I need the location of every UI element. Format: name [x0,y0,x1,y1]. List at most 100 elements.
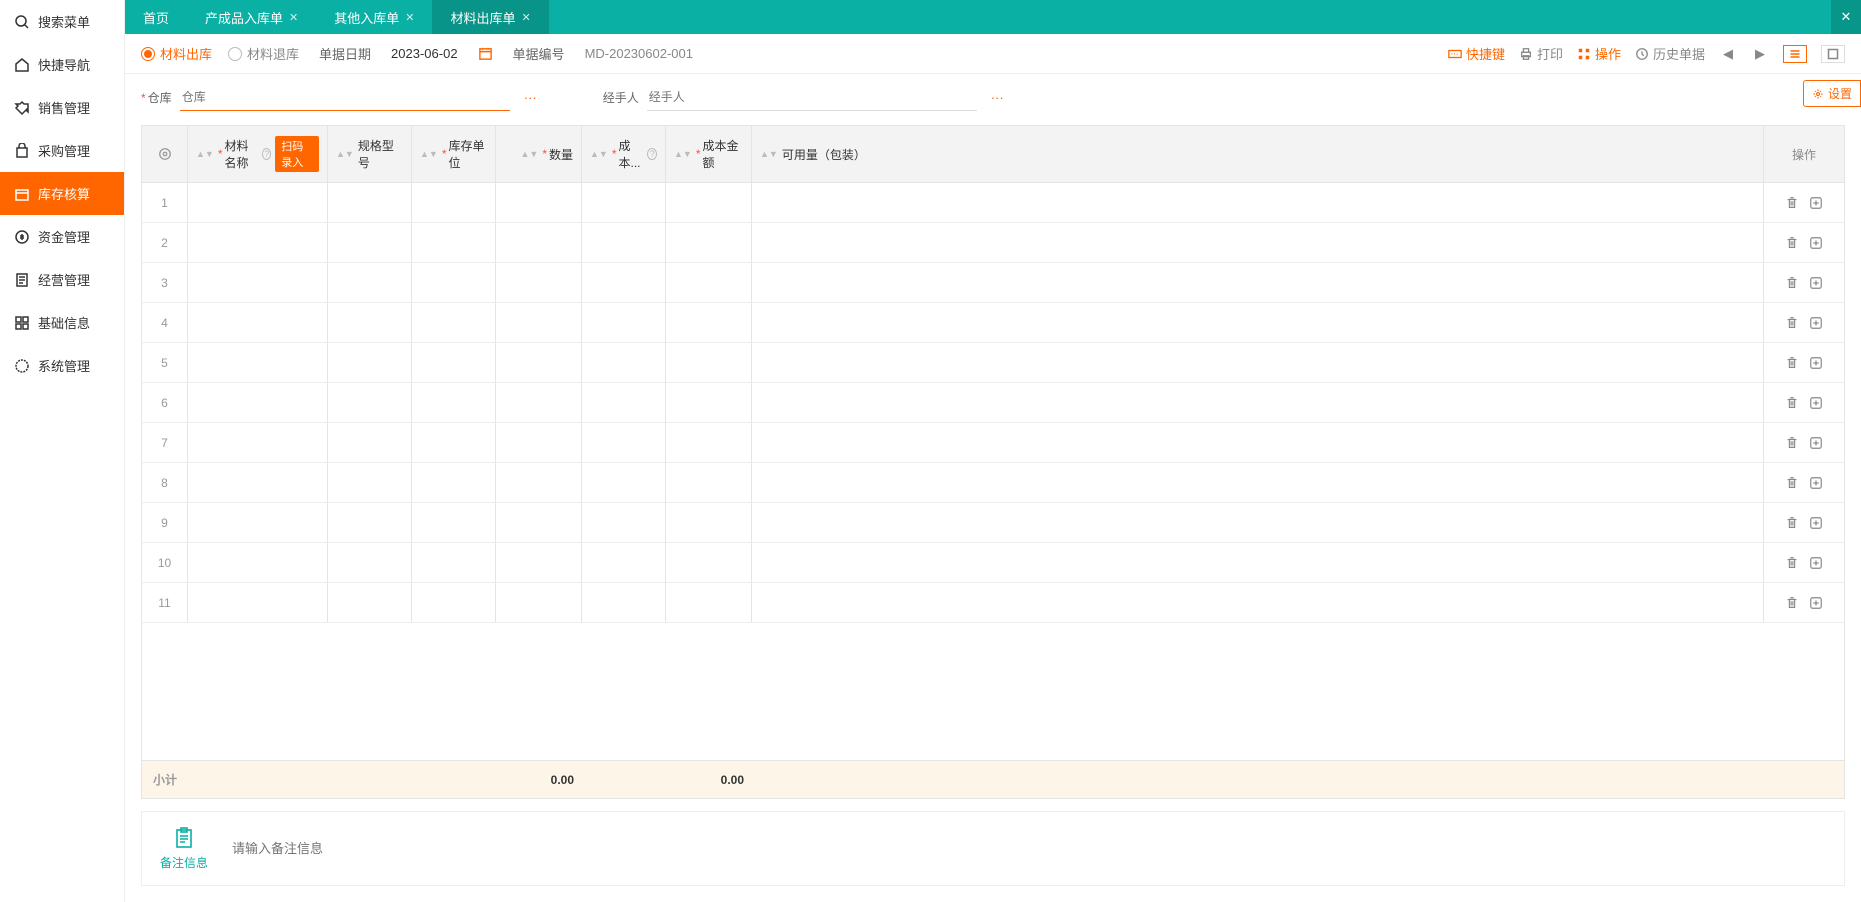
cell-qty[interactable] [496,583,582,622]
more-icon[interactable]: ··· [985,90,1010,105]
cell-qty[interactable] [496,303,582,342]
close-icon[interactable]: ✕ [289,11,298,24]
table-row[interactable]: 1 [142,183,1844,223]
cell-available[interactable] [752,503,1764,542]
close-icon[interactable]: ✕ [522,11,531,24]
cell-qty[interactable] [496,383,582,422]
sidebar-item-basicinfo[interactable]: 基础信息 [0,301,124,344]
sidebar-item-search[interactable]: 搜索菜单 [0,0,124,43]
table-row[interactable]: 2 [142,223,1844,263]
cell-spec[interactable] [328,183,412,222]
table-row[interactable]: 7 [142,423,1844,463]
next-arrow-icon[interactable]: ▶ [1751,46,1769,62]
card-view-toggle[interactable] [1821,45,1845,63]
cell-amount[interactable] [666,183,752,222]
add-icon[interactable] [1809,236,1823,250]
sidebar-item-inventory[interactable]: 库存核算 [0,172,124,215]
add-icon[interactable] [1809,556,1823,570]
print-button[interactable]: 打印 [1519,44,1563,63]
radio-material-return[interactable]: 材料退库 [228,44,299,63]
date-value[interactable]: 2023-06-02 [391,46,458,61]
cell-available[interactable] [752,263,1764,302]
cell-cost[interactable] [582,543,666,582]
sidebar-item-sales[interactable]: 销售管理 [0,86,124,129]
cell-name[interactable] [188,583,328,622]
settings-button[interactable]: 设置 [1803,80,1861,107]
cell-cost[interactable] [582,463,666,502]
cell-unit[interactable] [412,583,496,622]
cell-unit[interactable] [412,223,496,262]
remarks-input[interactable] [232,841,1826,856]
cell-amount[interactable] [666,543,752,582]
cell-spec[interactable] [328,423,412,462]
cell-cost[interactable] [582,303,666,342]
tab-home[interactable]: 首页 [125,0,187,34]
cell-cost[interactable] [582,583,666,622]
delete-icon[interactable] [1785,476,1799,490]
table-row[interactable]: 4 [142,303,1844,343]
delete-icon[interactable] [1785,356,1799,370]
delete-icon[interactable] [1785,436,1799,450]
delete-icon[interactable] [1785,316,1799,330]
cell-unit[interactable] [412,343,496,382]
operate-button[interactable]: 操作 [1577,44,1621,63]
table-row[interactable]: 8 [142,463,1844,503]
prev-arrow-icon[interactable]: ◀ [1719,46,1737,62]
delete-icon[interactable] [1785,516,1799,530]
cell-name[interactable] [188,343,328,382]
cell-amount[interactable] [666,223,752,262]
table-row[interactable]: 5 [142,343,1844,383]
cell-amount[interactable] [666,263,752,302]
cell-cost[interactable] [582,423,666,462]
cell-amount[interactable] [666,303,752,342]
cell-name[interactable] [188,503,328,542]
cell-spec[interactable] [328,343,412,382]
radio-material-out[interactable]: 材料出库 [141,44,212,63]
add-icon[interactable] [1809,396,1823,410]
cell-available[interactable] [752,423,1764,462]
delete-icon[interactable] [1785,396,1799,410]
sidebar-item-operations[interactable]: 经营管理 [0,258,124,301]
cell-unit[interactable] [412,303,496,342]
add-icon[interactable] [1809,276,1823,290]
sidebar-item-system[interactable]: 系统管理 [0,344,124,387]
table-row[interactable]: 3 [142,263,1844,303]
cell-qty[interactable] [496,423,582,462]
help-icon[interactable]: ? [262,148,271,160]
cell-amount[interactable] [666,583,752,622]
cell-qty[interactable] [496,223,582,262]
cell-spec[interactable] [328,383,412,422]
cell-spec[interactable] [328,303,412,342]
cell-unit[interactable] [412,543,496,582]
cell-qty[interactable] [496,503,582,542]
cell-name[interactable] [188,543,328,582]
table-row[interactable]: 11 [142,583,1844,623]
add-icon[interactable] [1809,596,1823,610]
col-amount[interactable]: ▲▼*成本金额 [666,126,752,182]
table-row[interactable]: 10 [142,543,1844,583]
cell-unit[interactable] [412,183,496,222]
history-button[interactable]: 历史单据 [1635,44,1705,63]
cell-amount[interactable] [666,463,752,502]
cell-unit[interactable] [412,463,496,502]
cell-spec[interactable] [328,583,412,622]
cell-amount[interactable] [666,343,752,382]
cell-spec[interactable] [328,263,412,302]
warehouse-input[interactable] [180,84,510,111]
handler-input[interactable] [647,84,977,111]
col-available[interactable]: ▲▼可用量（包装） [752,126,1764,182]
close-all-icon[interactable]: ✕ [1831,0,1861,34]
cell-unit[interactable] [412,383,496,422]
cell-available[interactable] [752,223,1764,262]
cell-spec[interactable] [328,223,412,262]
add-icon[interactable] [1809,516,1823,530]
table-row[interactable]: 9 [142,503,1844,543]
add-icon[interactable] [1809,356,1823,370]
cell-available[interactable] [752,303,1764,342]
calendar-icon[interactable] [478,46,493,61]
col-qty[interactable]: ▲▼*数量 [496,126,582,182]
cell-amount[interactable] [666,503,752,542]
list-view-toggle[interactable] [1783,45,1807,63]
add-icon[interactable] [1809,476,1823,490]
cell-unit[interactable] [412,263,496,302]
